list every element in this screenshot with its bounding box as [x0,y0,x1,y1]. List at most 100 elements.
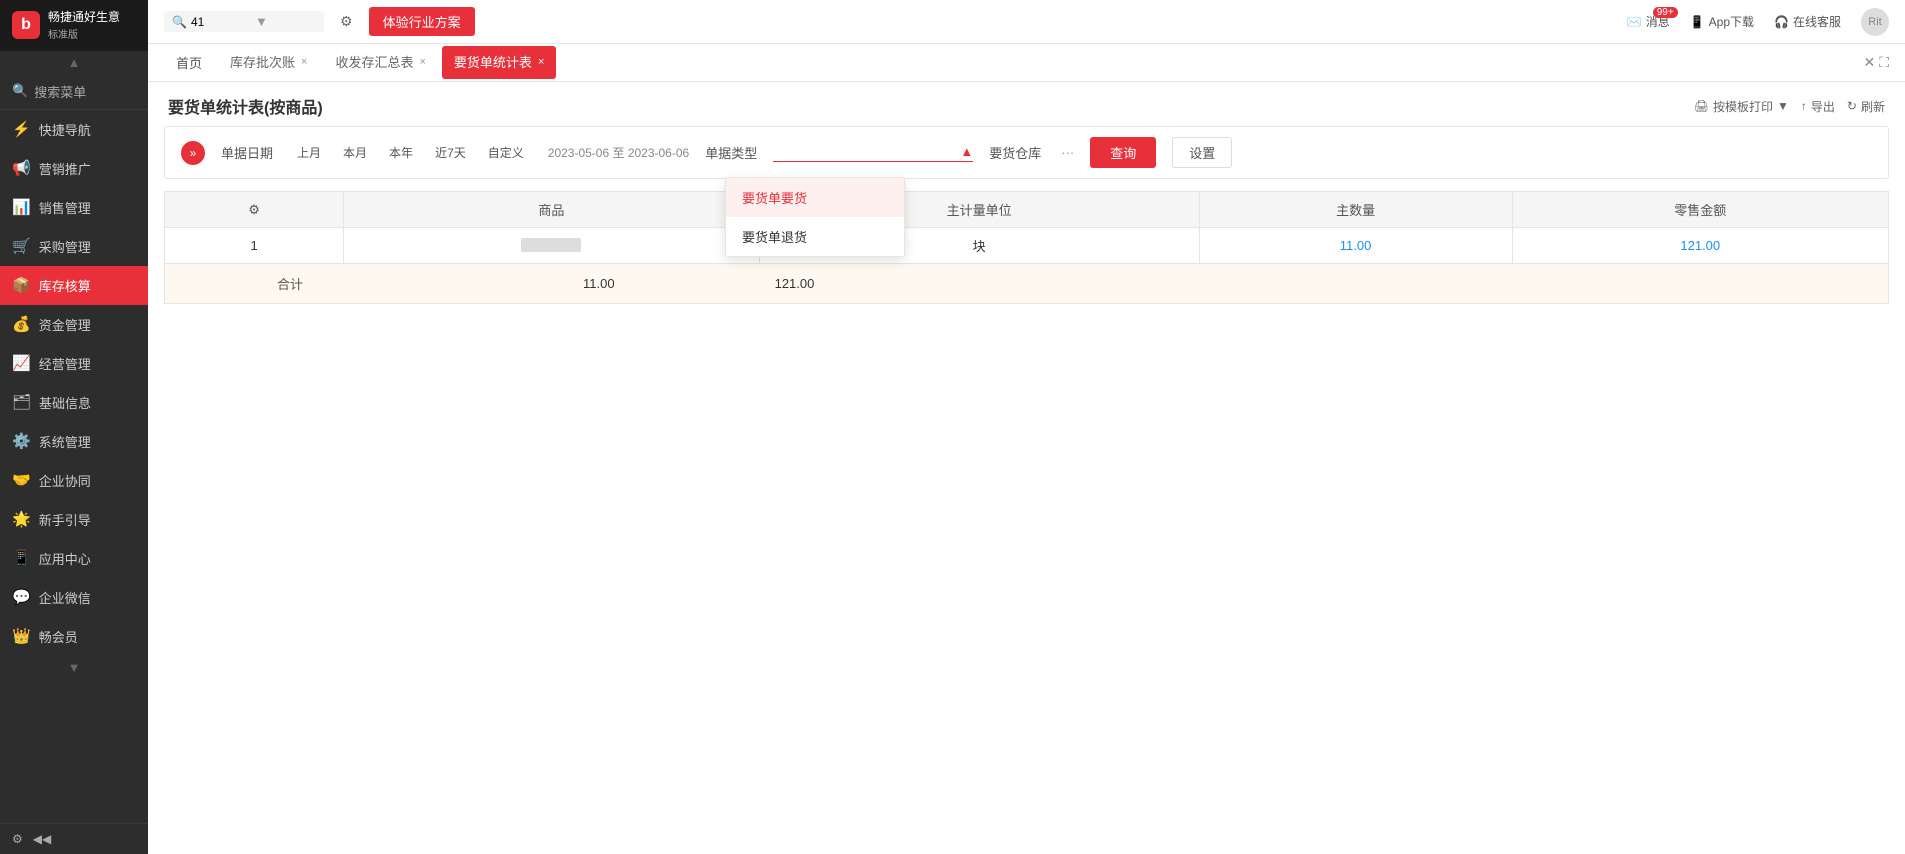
sidebar-item-label: 基础信息 [39,393,91,412]
dropdown-item-order-goods[interactable]: 要货单要货 [726,178,904,217]
type-select-area[interactable]: ▲ [773,144,973,162]
quick-nav-icon: ⚡ [12,120,31,138]
sidebar-item-label: 应用中心 [39,549,91,568]
print-icon: 🖨 [1694,99,1709,113]
quantity-link[interactable]: 11.00 [1340,238,1372,253]
tab-order-stats[interactable]: 要货单统计表 × [442,46,556,79]
guide-icon: 🌟 [12,510,31,528]
tab-close-btn[interactable]: ✕ [1863,54,1875,71]
user-name: Rit [1868,16,1881,28]
date-btn-this-month[interactable]: 本月 [335,142,375,163]
sidebar-item-guide[interactable]: 🌟 新手引导 [0,500,148,539]
print-label: 按模板打印 [1713,98,1773,115]
header-gear-icon[interactable]: ⚙ [340,13,353,30]
sidebar-item-marketing[interactable]: 📢 营销推广 [0,149,148,188]
inventory-icon: 📦 [12,276,31,294]
tabs-bar: 首页 库存批次账 × 收发存汇总表 × 要货单统计表 × ✕ ⛶ [148,44,1905,82]
page-content: 要货单统计表(按商品) 🖨 按模板打印 ▼ ↑ 导出 ↻ 刷新 [148,82,1905,854]
table-wrap: ⚙ 商品 主计量单位 主数量 零售金额 [164,191,1889,304]
date-btn-this-year[interactable]: 本年 [381,142,421,163]
close-receipt-summary-icon[interactable]: × [419,56,425,68]
warehouse-filter-dots[interactable]: ··· [1061,145,1074,160]
filter-expand-btn[interactable]: » [181,141,205,165]
sidebar-item-cooperation[interactable]: 🤝 企业协同 [0,461,148,500]
date-range-text: 2023-05-06 至 2023-06-06 [548,144,689,161]
date-btn-last-month[interactable]: 上月 [289,142,329,163]
date-btn-7days[interactable]: 近7天 [427,142,474,163]
tab-receipt-summary[interactable]: 收发存汇总表 × [323,46,437,79]
sidebar-settings-icon[interactable]: ⚙ [12,832,23,846]
sidebar-item-label: 企业微信 [39,588,91,607]
header-dropdown-icon[interactable]: ▼ [255,14,268,29]
messages-item[interactable]: ✉️ 消息 99+ [1627,13,1670,30]
sidebar-item-app-center[interactable]: 📱 应用中心 [0,539,148,578]
messages-badge: 99+ [1653,7,1678,18]
type-select-input[interactable] [773,144,956,159]
sidebar-item-label: 新手引导 [39,510,91,529]
sidebar-search[interactable]: 🔍 搜索菜单 [0,74,148,110]
app-download-item[interactable]: 📱 App下载 [1690,13,1754,30]
sidebar-logo: b 畅捷通好生意 标准版 [0,0,148,51]
top-header: 🔍 41 ▼ ⚙ 体验行业方案 ✉️ 消息 99+ 📱 App下载 🎧 在线客服… [148,0,1905,44]
system-icon: ⚙️ [12,432,31,450]
cell-amount: 121.00 [1512,228,1888,264]
sidebar-scroll-up[interactable]: ▲ [0,51,148,74]
header-search-input[interactable]: 41 [191,15,251,29]
sidebar-item-wechat[interactable]: 💬 企业微信 [0,578,148,617]
tab-receipt-summary-label: 收发存汇总表 [335,52,413,71]
dropdown-item-order-return[interactable]: 要货单退货 [726,217,904,256]
type-select-arrow[interactable]: ▲ [960,144,973,159]
messages-icon: ✉️ [1627,15,1642,29]
refresh-icon: ↻ [1847,99,1857,113]
sidebar-item-member[interactable]: 👑 畅会员 [0,617,148,656]
type-dropdown: 要货单要货 要货单退货 [725,177,905,257]
sidebar-item-label: 畅会员 [39,627,78,646]
operations-icon: 📈 [12,354,31,372]
tab-expand-btn[interactable]: ⛶ [1879,54,1889,71]
refresh-action[interactable]: ↻ 刷新 [1847,98,1885,115]
sidebar-item-finance[interactable]: 💰 资金管理 [0,305,148,344]
amount-link[interactable]: 121.00 [1680,238,1720,253]
online-service-item[interactable]: 🎧 在线客服 [1774,13,1841,30]
tab-home-label: 首页 [176,53,202,72]
filter-settings-btn[interactable]: 设置 [1172,137,1232,168]
tab-home[interactable]: 首页 [164,47,214,78]
marketing-icon: 📢 [12,159,31,177]
user-avatar-item[interactable]: Rit [1861,8,1889,36]
header-input-area: 🔍 41 ▼ [164,11,324,32]
sidebar-item-inventory[interactable]: 📦 库存核算 [0,266,148,305]
col-settings[interactable]: ⚙ [165,192,344,228]
close-inventory-batch-icon[interactable]: × [301,56,307,68]
close-order-stats-icon[interactable]: × [538,56,544,68]
export-action[interactable]: ↑ 导出 [1801,98,1835,115]
query-btn[interactable]: 查询 [1090,137,1156,168]
trial-btn[interactable]: 体验行业方案 [369,7,475,36]
product-name-blurred [521,238,581,252]
sidebar-item-system[interactable]: ⚙️ 系统管理 [0,422,148,461]
sidebar-item-sales[interactable]: 📊 销售管理 [0,188,148,227]
data-table: ⚙ 商品 主计量单位 主数量 零售金额 [164,191,1889,264]
sidebar-item-base-info[interactable]: 🗂 基础信息 [0,383,148,422]
base-info-icon: 🗂 [12,393,31,411]
export-icon: ↑ [1801,99,1807,113]
purchase-icon: 🛒 [12,237,31,255]
date-filter-label: 单据日期 [221,143,273,162]
tab-inventory-batch[interactable]: 库存批次账 × [218,46,319,79]
print-dropdown-icon[interactable]: ▼ [1777,99,1789,113]
tab-inventory-batch-label: 库存批次账 [230,52,295,71]
sidebar-item-label: 资金管理 [39,315,91,334]
date-btn-custom[interactable]: 自定义 [480,142,532,163]
col-quantity: 主数量 [1199,192,1512,228]
print-action[interactable]: 🖨 按模板打印 ▼ [1694,98,1789,115]
refresh-label: 刷新 [1861,98,1885,115]
sidebar-item-quick-nav[interactable]: ⚡ 快捷导航 [0,110,148,149]
sidebar-collapse-icon[interactable]: ◀◀ [33,832,51,846]
sidebar-scroll-down[interactable]: ▼ [0,656,148,679]
app-download-icon: 📱 [1690,15,1705,29]
online-service-label: 在线客服 [1793,13,1841,30]
footer-amount: 121.00 [775,276,815,291]
sidebar-item-operations[interactable]: 📈 经营管理 [0,344,148,383]
main-area: 🔍 41 ▼ ⚙ 体验行业方案 ✉️ 消息 99+ 📱 App下载 🎧 在线客服… [148,0,1905,854]
sidebar-item-purchase[interactable]: 🛒 采购管理 [0,227,148,266]
sidebar-item-label: 快捷导航 [39,120,91,139]
